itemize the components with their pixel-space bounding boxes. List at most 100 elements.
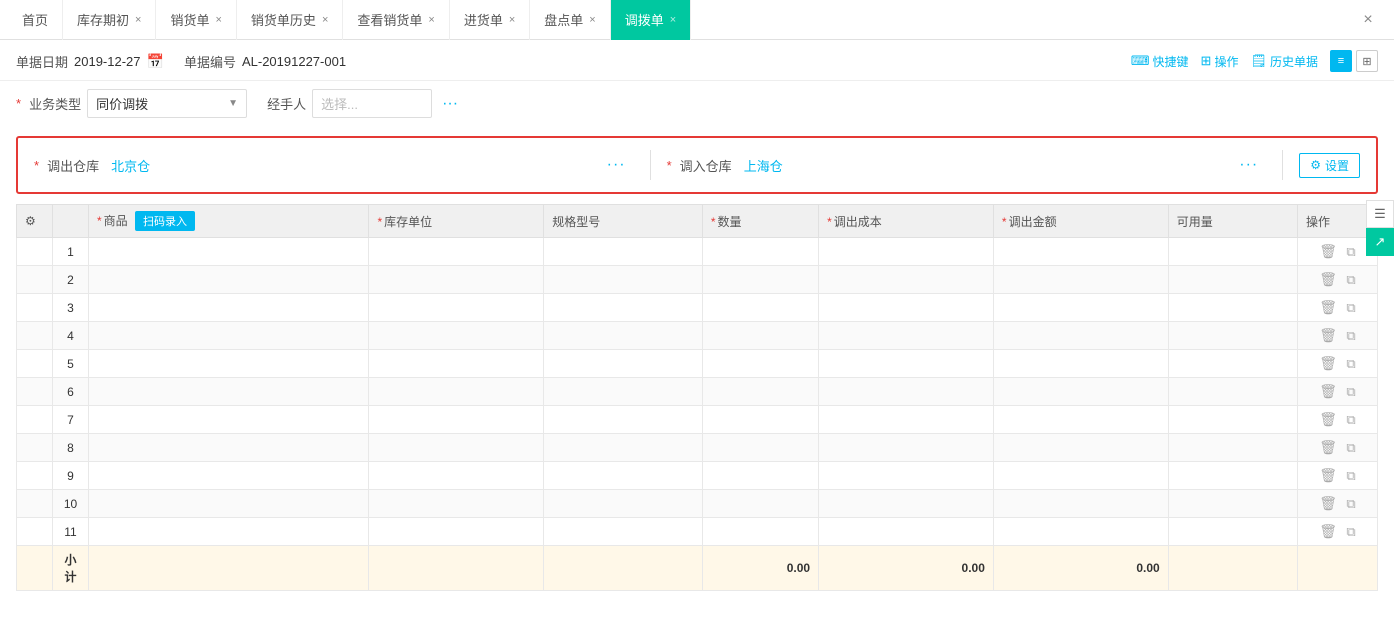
- tab-sales-history[interactable]: 销货单历史 ×: [237, 0, 343, 40]
- row-cost-1[interactable]: [819, 238, 994, 266]
- tab-transfer-order[interactable]: 调拨单 ×: [611, 0, 691, 40]
- row-qty-4[interactable]: [702, 322, 818, 350]
- row-amount-4[interactable]: [993, 322, 1168, 350]
- row-amount-9[interactable]: [993, 462, 1168, 490]
- row-cost-7[interactable]: [819, 406, 994, 434]
- row-cost-2[interactable]: [819, 266, 994, 294]
- row-available-5[interactable]: [1168, 350, 1297, 378]
- tab-inventory-count[interactable]: 盘点单 ×: [530, 0, 610, 40]
- operation-button[interactable]: ⊞ 操作: [1201, 53, 1239, 70]
- row-spec-6[interactable]: [544, 378, 703, 406]
- delete-icon-10[interactable]: 🗑: [1319, 495, 1337, 511]
- layout-list-icon[interactable]: ≡: [1330, 50, 1352, 72]
- copy-icon-7[interactable]: ⧉: [1346, 412, 1355, 427]
- row-available-2[interactable]: [1168, 266, 1297, 294]
- tab-close-purchase-order[interactable]: ×: [509, 14, 515, 26]
- row-product-3[interactable]: [89, 294, 369, 322]
- tab-close-sales-order[interactable]: ×: [215, 14, 221, 26]
- row-available-9[interactable]: [1168, 462, 1297, 490]
- row-qty-11[interactable]: [702, 518, 818, 546]
- row-unit-8[interactable]: [369, 434, 544, 462]
- row-spec-7[interactable]: [544, 406, 703, 434]
- delete-icon-6[interactable]: 🗑: [1319, 383, 1337, 399]
- row-unit-2[interactable]: [369, 266, 544, 294]
- delete-icon-11[interactable]: 🗑: [1319, 523, 1337, 539]
- sidebar-export-icon[interactable]: ↗: [1366, 228, 1394, 256]
- row-spec-2[interactable]: [544, 266, 703, 294]
- th-gear[interactable]: ⚙: [17, 205, 53, 238]
- delete-icon-8[interactable]: 🗑: [1319, 439, 1337, 455]
- row-spec-5[interactable]: [544, 350, 703, 378]
- row-qty-8[interactable]: [702, 434, 818, 462]
- delete-icon-5[interactable]: 🗑: [1319, 355, 1337, 371]
- row-qty-5[interactable]: [702, 350, 818, 378]
- table-scroll[interactable]: ⚙ *商品 扫码录入 *库存单位 规格型号 *数量 *调出成本: [16, 204, 1378, 591]
- row-product-5[interactable]: [89, 350, 369, 378]
- row-unit-4[interactable]: [369, 322, 544, 350]
- copy-icon-5[interactable]: ⧉: [1346, 356, 1355, 371]
- row-available-11[interactable]: [1168, 518, 1297, 546]
- row-available-8[interactable]: [1168, 434, 1297, 462]
- row-qty-3[interactable]: [702, 294, 818, 322]
- tab-close-view-sales[interactable]: ×: [428, 14, 434, 26]
- tab-close-sales-history[interactable]: ×: [322, 14, 328, 26]
- row-unit-6[interactable]: [369, 378, 544, 406]
- row-product-7[interactable]: [89, 406, 369, 434]
- sidebar-list-icon[interactable]: ☰: [1366, 200, 1394, 228]
- row-unit-7[interactable]: [369, 406, 544, 434]
- settings-button[interactable]: ⚙ 设置: [1299, 153, 1360, 178]
- copy-icon-4[interactable]: ⧉: [1346, 328, 1355, 343]
- delete-icon-2[interactable]: 🗑: [1319, 271, 1337, 287]
- warehouse-out-value[interactable]: 北京仓: [111, 156, 150, 175]
- row-amount-8[interactable]: [993, 434, 1168, 462]
- row-cost-5[interactable]: [819, 350, 994, 378]
- row-amount-6[interactable]: [993, 378, 1168, 406]
- scan-button[interactable]: 扫码录入: [135, 211, 195, 231]
- row-spec-10[interactable]: [544, 490, 703, 518]
- tab-purchase-order[interactable]: 进货单 ×: [450, 0, 530, 40]
- row-cost-6[interactable]: [819, 378, 994, 406]
- shortcut-button[interactable]: ⌨ 快捷键: [1131, 53, 1189, 70]
- row-spec-3[interactable]: [544, 294, 703, 322]
- row-amount-1[interactable]: [993, 238, 1168, 266]
- row-cost-3[interactable]: [819, 294, 994, 322]
- tab-view-sales[interactable]: 查看销货单 ×: [343, 0, 449, 40]
- tab-inventory-init[interactable]: 库存期初 ×: [63, 0, 156, 40]
- row-unit-3[interactable]: [369, 294, 544, 322]
- tab-close-inventory-init[interactable]: ×: [135, 14, 141, 26]
- business-type-dropdown[interactable]: 同价调拨 ▼: [87, 89, 247, 118]
- row-available-7[interactable]: [1168, 406, 1297, 434]
- row-product-9[interactable]: [89, 462, 369, 490]
- row-qty-9[interactable]: [702, 462, 818, 490]
- handler-more-button[interactable]: ···: [442, 95, 458, 113]
- copy-icon-6[interactable]: ⧉: [1346, 384, 1355, 399]
- row-available-6[interactable]: [1168, 378, 1297, 406]
- tab-close-inventory-count[interactable]: ×: [589, 14, 595, 26]
- row-available-3[interactable]: [1168, 294, 1297, 322]
- row-cost-8[interactable]: [819, 434, 994, 462]
- date-value[interactable]: 2019-12-27: [74, 54, 141, 69]
- row-unit-5[interactable]: [369, 350, 544, 378]
- row-product-11[interactable]: [89, 518, 369, 546]
- row-product-1[interactable]: [89, 238, 369, 266]
- delete-icon-3[interactable]: 🗑: [1319, 299, 1337, 315]
- row-qty-1[interactable]: [702, 238, 818, 266]
- row-unit-11[interactable]: [369, 518, 544, 546]
- delete-icon-9[interactable]: 🗑: [1319, 467, 1337, 483]
- row-unit-10[interactable]: [369, 490, 544, 518]
- row-amount-2[interactable]: [993, 266, 1168, 294]
- row-available-4[interactable]: [1168, 322, 1297, 350]
- warehouse-in-value[interactable]: 上海仓: [744, 156, 783, 175]
- row-available-10[interactable]: [1168, 490, 1297, 518]
- row-product-4[interactable]: [89, 322, 369, 350]
- warehouse-out-more-button[interactable]: ···: [599, 156, 634, 174]
- copy-icon-8[interactable]: ⧉: [1346, 440, 1355, 455]
- row-cost-9[interactable]: [819, 462, 994, 490]
- row-unit-1[interactable]: [369, 238, 544, 266]
- window-close-button[interactable]: ×: [1350, 2, 1386, 38]
- row-available-1[interactable]: [1168, 238, 1297, 266]
- row-qty-7[interactable]: [702, 406, 818, 434]
- history-button[interactable]: 🗒 历史单据: [1250, 53, 1318, 70]
- row-spec-11[interactable]: [544, 518, 703, 546]
- delete-icon-1[interactable]: 🗑: [1319, 243, 1337, 259]
